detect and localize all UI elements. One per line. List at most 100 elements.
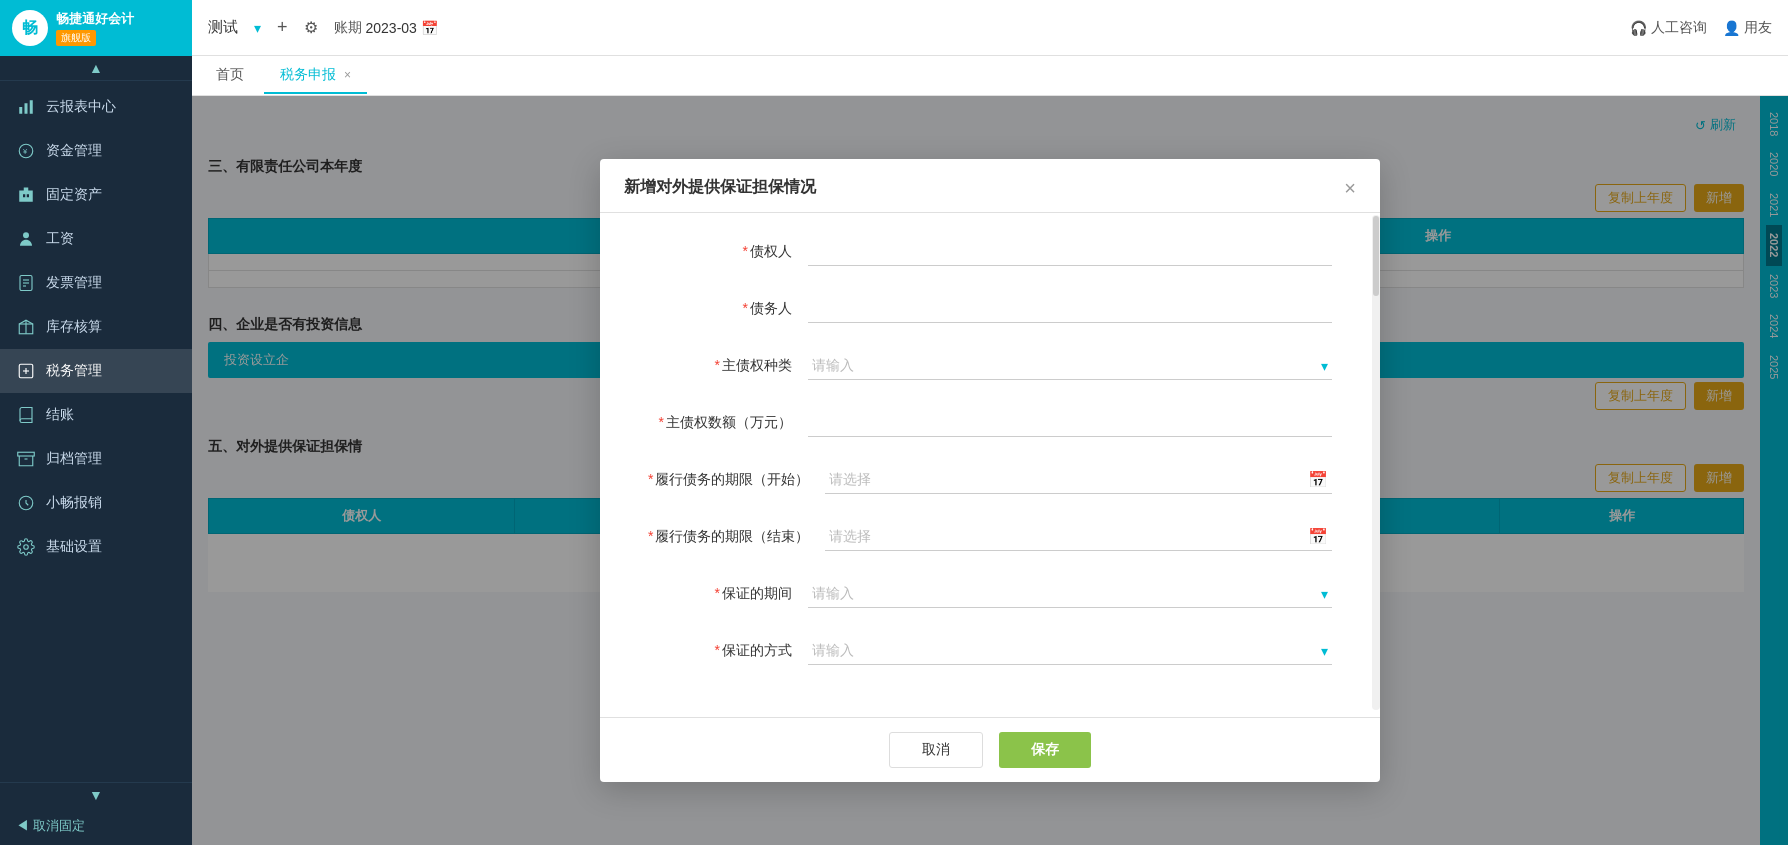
form-group-debtor: *债务人: [648, 294, 1332, 323]
period-value: 2023-03: [366, 20, 417, 36]
sidebar-item-jiezhang[interactable]: 结账: [0, 393, 192, 437]
form-group-period-end: *履行债务的期限（结束） 📅: [648, 522, 1332, 551]
cancel-button[interactable]: 取消: [889, 732, 983, 768]
modal-body: *债权人 *债务人: [600, 213, 1380, 717]
sidebar-item-label: 固定资产: [46, 186, 102, 204]
form-label-debtor: *债务人: [648, 300, 808, 318]
svg-rect-1: [25, 103, 28, 114]
svg-point-9: [23, 232, 29, 238]
svg-point-22: [24, 545, 29, 550]
tab-home-label: 首页: [216, 66, 244, 82]
person-icon: [16, 229, 36, 249]
form-label-period-end: *履行债务的期限（结束）: [648, 528, 825, 546]
form-group-claim-type: *主债权种类 ▾: [648, 351, 1332, 380]
guarantee-method-select-wrap: ▾: [808, 636, 1332, 665]
claim-type-chevron-icon[interactable]: ▾: [1321, 358, 1328, 374]
cancel-fixed-label: ◀ 取消固定: [16, 817, 85, 835]
svg-rect-2: [30, 100, 33, 114]
sidebar-item-label: 资金管理: [46, 142, 102, 160]
svg-rect-0: [19, 107, 22, 114]
topbar: 测试 ▾ + ⚙ 账期 2023-03 📅 🎧 人工咨询 👤 用友: [192, 0, 1788, 56]
sidebar-item-zijin[interactable]: ¥ 资金管理: [0, 129, 192, 173]
form-label-guarantee-period: *保证的期间: [648, 585, 808, 603]
modal-scrollbar[interactable]: [1372, 215, 1380, 710]
user-button[interactable]: 👤 用友: [1723, 19, 1772, 37]
claim-type-select-wrap: ▾: [808, 351, 1332, 380]
sidebar-item-guidang[interactable]: 归档管理: [0, 437, 192, 481]
claim-amount-input[interactable]: [808, 408, 1332, 437]
service-button[interactable]: 🎧 人工咨询: [1630, 19, 1707, 37]
tax-icon: [16, 361, 36, 381]
user-icon: 👤: [1723, 20, 1740, 36]
svg-rect-5: [19, 191, 33, 202]
sidebar-item-jichushezhi[interactable]: 基础设置: [0, 525, 192, 569]
form-group-guarantee-method: *保证的方式 ▾: [648, 636, 1332, 665]
tab-shuiwu[interactable]: 税务申报 ×: [264, 58, 367, 94]
service-label: 人工咨询: [1651, 19, 1707, 37]
period-start-input[interactable]: [825, 465, 1332, 494]
svg-rect-7: [27, 194, 29, 197]
sidebar-item-gudingzichan[interactable]: 固定资产: [0, 173, 192, 217]
modal-scrollbar-thumb: [1373, 216, 1379, 296]
guarantee-period-input[interactable]: [808, 579, 1332, 608]
guarantee-method-chevron-icon[interactable]: ▾: [1321, 643, 1328, 659]
logo-icon: 畅: [12, 10, 48, 46]
period-end-calendar-icon[interactable]: 📅: [1308, 527, 1328, 546]
company-chevron-icon[interactable]: ▾: [254, 20, 261, 36]
guarantee-method-input[interactable]: [808, 636, 1332, 665]
svg-text:¥: ¥: [23, 147, 28, 156]
save-button[interactable]: 保存: [999, 732, 1091, 768]
user-label: 用友: [1744, 19, 1772, 37]
guarantee-period-chevron-icon[interactable]: ▾: [1321, 586, 1328, 602]
period-label: 账期: [334, 19, 362, 37]
tab-shuiwu-label: 税务申报: [280, 66, 336, 82]
period-end-input[interactable]: [825, 522, 1332, 551]
headset-icon: 🎧: [1630, 20, 1647, 36]
period-display: 账期 2023-03 📅: [334, 19, 438, 37]
modal-header: 新增对外提供保证担保情况 ×: [600, 159, 1380, 213]
sidebar-scroll-down[interactable]: ▼: [0, 782, 192, 807]
guarantee-period-select-wrap: ▾: [808, 579, 1332, 608]
modal-overlay: 新增对外提供保证担保情况 × *债权人: [192, 96, 1788, 845]
tab-home[interactable]: 首页: [200, 58, 260, 94]
company-name: 测试: [208, 18, 238, 37]
form-label-period-start: *履行债务的期限（开始）: [648, 471, 825, 489]
debtor-input[interactable]: [808, 294, 1332, 323]
modal-close-button[interactable]: ×: [1344, 178, 1356, 198]
tab-close-icon[interactable]: ×: [344, 68, 351, 82]
period-start-calendar-icon[interactable]: 📅: [1308, 470, 1328, 489]
gear-icon[interactable]: ⚙: [304, 18, 318, 37]
sidebar-item-label: 结账: [46, 406, 74, 424]
modal: 新增对外提供保证担保情况 × *债权人: [600, 159, 1380, 782]
sidebar-scroll-up[interactable]: ▲: [0, 56, 192, 81]
money-icon: ¥: [16, 141, 36, 161]
modal-footer: 取消 保存: [600, 717, 1380, 782]
sidebar: 畅 畅捷通好会计 旗舰版 ▲ 云报表中心 ¥ 资金管理: [0, 0, 192, 845]
creditor-input[interactable]: [808, 237, 1332, 266]
main-content: 测试 ▾ + ⚙ 账期 2023-03 📅 🎧 人工咨询 👤 用友: [192, 0, 1788, 845]
sidebar-cancel-fixed[interactable]: ◀ 取消固定: [0, 807, 192, 845]
form-group-claim-amount: *主债权数额（万元）: [648, 408, 1332, 437]
sidebar-item-gongzi[interactable]: 工资: [0, 217, 192, 261]
svg-rect-6: [23, 194, 25, 197]
calendar-icon[interactable]: 📅: [421, 20, 438, 36]
building-icon: [16, 185, 36, 205]
add-icon[interactable]: +: [277, 17, 288, 38]
topbar-right: 🎧 人工咨询 👤 用友: [1630, 19, 1772, 37]
sidebar-item-yunbaobiao[interactable]: 云报表中心: [0, 85, 192, 129]
form-group-guarantee-period: *保证的期间 ▾: [648, 579, 1332, 608]
claim-type-input[interactable]: [808, 351, 1332, 380]
form-label-claim-type: *主债权种类: [648, 357, 808, 375]
sidebar-item-fapiao[interactable]: 发票管理: [0, 261, 192, 305]
tabbar: 首页 税务申报 ×: [192, 56, 1788, 96]
form-label-creditor: *债权人: [648, 243, 808, 261]
sidebar-item-label: 归档管理: [46, 450, 102, 468]
settings-icon: [16, 537, 36, 557]
sidebar-item-xiaochang[interactable]: 小畅报销: [0, 481, 192, 525]
sidebar-item-kucun[interactable]: 库存核算: [0, 305, 192, 349]
sidebar-item-label: 发票管理: [46, 274, 102, 292]
modal-title: 新增对外提供保证担保情况: [624, 177, 816, 198]
chart-icon: [16, 97, 36, 117]
invoice-icon: [16, 273, 36, 293]
sidebar-item-shuiwu[interactable]: 税务管理: [0, 349, 192, 393]
